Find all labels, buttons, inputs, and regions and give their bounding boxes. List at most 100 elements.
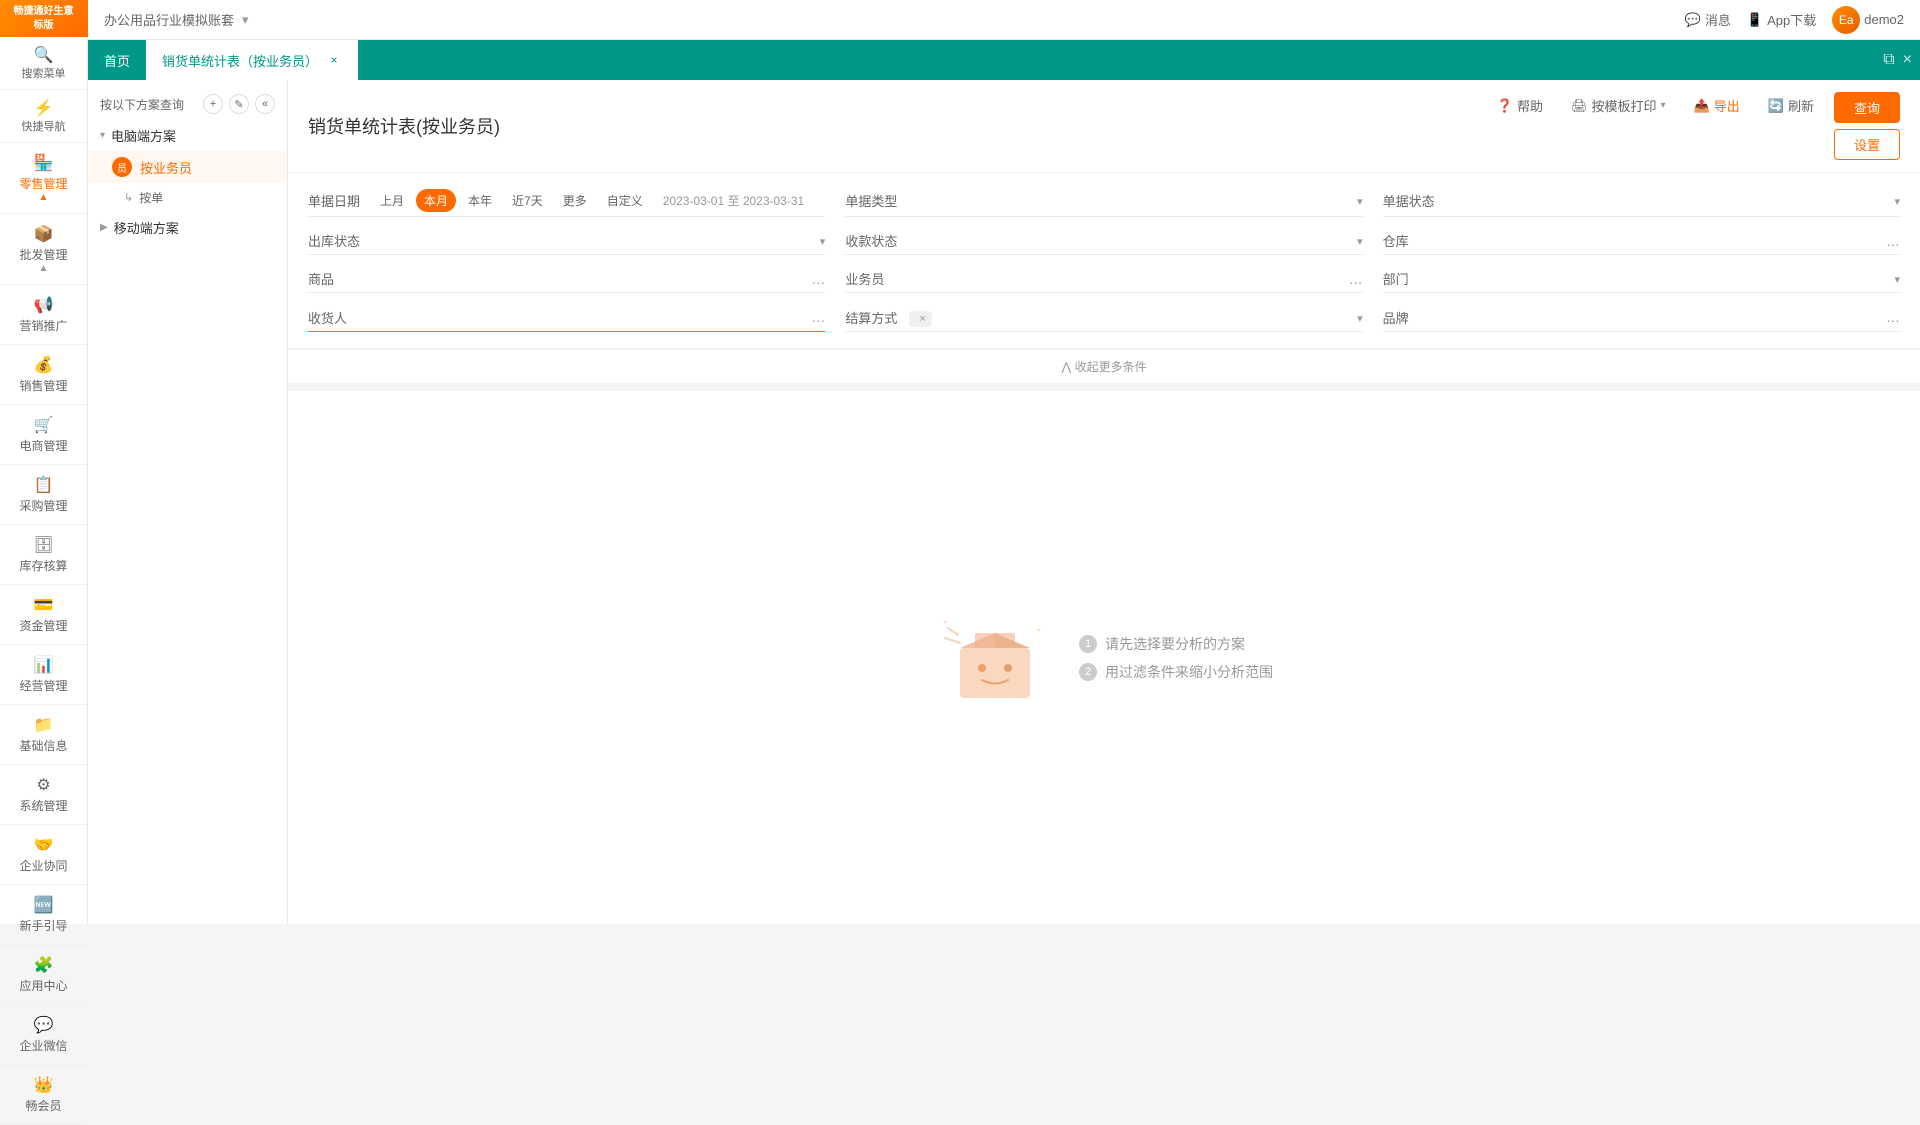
sidebar-item-purchase[interactable]: 📋 采购管理 (0, 465, 87, 525)
right-panel: 销货单统计表(按业务员) ❓ 帮助 🖨 按模板打印 ▾ 📤 (288, 80, 1920, 924)
current-company[interactable]: 办公用品行业模拟账套 (104, 10, 234, 29)
sidebar-item-system[interactable]: ⚙ 系统管理 (0, 765, 87, 825)
warehouse-more-icon[interactable]: … (1886, 233, 1900, 249)
export-btn[interactable]: 📤 导出 (1686, 92, 1748, 119)
collapse-bar[interactable]: ⋀ 收起更多条件 (288, 349, 1920, 383)
staff-more-icon[interactable]: … (1349, 271, 1363, 287)
dept-dropdown-icon[interactable]: ▾ (1894, 271, 1900, 286)
brand-label: 品牌 (1383, 308, 1447, 327)
tab-close-window-icon[interactable]: × (1903, 51, 1912, 69)
mobile-category-label: 移动端方案 (114, 218, 179, 237)
sidebar-item-search[interactable]: 🔍 搜索菜单 (0, 37, 87, 90)
receiver-more-icon[interactable]: … (811, 309, 825, 325)
date-btn-last-month[interactable]: 上月 (372, 189, 412, 212)
scheme-category-pc[interactable]: ▾ 电脑端方案 (88, 120, 287, 151)
sidebar-item-enterprise[interactable]: 🤝 企业协同 (0, 825, 87, 885)
logo-subtext: 标版 (34, 20, 54, 31)
status-dropdown-icon[interactable]: ▾ (1894, 193, 1900, 208)
date-btn-more[interactable]: 更多 (555, 189, 595, 212)
scheme-collapse-btn[interactable]: « (255, 94, 275, 114)
scheme-add-btn[interactable]: + (203, 94, 223, 114)
settlement-tag-close[interactable]: × (919, 313, 925, 325)
user-profile-btn[interactable]: Ea demo2 (1832, 6, 1904, 34)
dept-label: 部门 (1383, 269, 1447, 288)
app-download-btn[interactable]: 📱 App下载 (1747, 10, 1816, 29)
scheme-edit-btn[interactable]: ✎ (229, 94, 249, 114)
date-range-display: 2023-03-01 至 2023-03-31 (663, 192, 804, 209)
sidebar-item-retail[interactable]: 🏪 零售管理 ▲ (0, 143, 87, 214)
sidebar-item-ecommerce[interactable]: 🛒 电商管理 (0, 405, 87, 465)
filter-cell-payment: 收款状态 ▾ (845, 231, 1362, 255)
help-btn[interactable]: ❓ 帮助 (1489, 92, 1551, 119)
date-label: 单据日期 (308, 191, 372, 210)
main-area: 办公用品行业模拟账套 ▾ 💬 消息 📱 App下载 Ea demo2 首页 (88, 0, 1920, 924)
date-btn-this-month[interactable]: 本月 (416, 189, 456, 212)
page-content: 按以下方案查询 + ✎ « ▾ 电脑端方案 (88, 80, 1920, 924)
goods-more-icon[interactable]: … (811, 271, 825, 287)
step-2-text: 用过滤条件来缩小分析范围 (1105, 662, 1273, 682)
sidebar-item-inventory[interactable]: 🗄 库存核算 (0, 525, 87, 585)
scheme-item-by-staff[interactable]: 员 按业务员 (88, 151, 287, 183)
step-1-text: 请先选择要分析的方案 (1105, 634, 1245, 654)
tab-home[interactable]: 首页 (88, 40, 146, 80)
filter-cell-receiver: 收货人 … (308, 307, 825, 332)
scheme-category-mobile[interactable]: ▶ 移动端方案 (88, 212, 287, 243)
goods-label: 商品 (308, 269, 372, 288)
filter-row-1: 单据日期 上月 本月 本年 近7天 更多 自定义 2023-03-01 至 20… (308, 189, 1900, 217)
step-1-num: 1 (1079, 635, 1097, 653)
sidebar-item-quick-nav[interactable]: ⚡ 快捷导航 (0, 90, 87, 143)
query-button[interactable]: 查询 (1834, 92, 1900, 123)
sidebar-item-sales[interactable]: 💰 销售管理 (0, 345, 87, 405)
payment-dropdown-icon[interactable]: ▾ (1357, 233, 1363, 248)
sidebar-item-operations[interactable]: 📊 经营管理 (0, 645, 87, 705)
sidebar-item-marketing[interactable]: 📢 营销推广 (0, 285, 87, 345)
brand-more-icon[interactable]: … (1886, 309, 1900, 325)
tab-restore-icon[interactable]: ⧉ (1883, 51, 1894, 69)
refresh-btn[interactable]: 🔄 刷新 (1760, 92, 1822, 119)
step-2-num: 2 (1079, 663, 1097, 681)
receiver-label: 收货人 (308, 308, 372, 327)
settlement-dropdown-icon[interactable]: ▾ (1357, 310, 1363, 325)
date-btn-7days[interactable]: 近7天 (504, 189, 551, 212)
type-dropdown-icon[interactable]: ▾ (1357, 193, 1363, 208)
logo-text: 畅捷通好生意 (14, 6, 74, 17)
settlement-tag: × (909, 311, 931, 327)
print-icon: 🖨 (1571, 98, 1588, 114)
scheme-item-by-order[interactable]: ↳ 按单 (88, 183, 287, 212)
sidebar-item-wholesale[interactable]: 📦 批发管理 ▲ (0, 214, 87, 285)
filter-row-2: 出库状态 ▾ 收款状态 ▾ 仓库 (308, 231, 1900, 255)
sidebar-item-basics[interactable]: 📁 基础信息 (0, 705, 87, 765)
empty-text: 1 请先选择要分析的方案 2 用过滤条件来缩小分析范围 (1079, 634, 1273, 682)
warehouse-label: 仓库 (1383, 231, 1447, 250)
empty-state: ✦ ✦ 1 请先选择要分析的方案 2 用过滤条件来缩小分析范围 (288, 391, 1920, 924)
message-btn[interactable]: 💬 消息 (1685, 10, 1731, 29)
sidebar-item-newcomer[interactable]: 🆕 新手引导 (0, 885, 87, 945)
query-settings-group: 查询 设置 (1834, 92, 1900, 160)
refresh-icon: 🔄 (1768, 98, 1784, 114)
sidebar: 畅捷通好生意 标版 🔍 搜索菜单 ⚡ 快捷导航 🏪 零售管理 ▲ 📦 批发管理 … (0, 0, 88, 924)
top-header: 办公用品行业模拟账套 ▾ 💬 消息 📱 App下载 Ea demo2 (88, 0, 1920, 40)
outbound-dropdown-icon[interactable]: ▾ (820, 233, 826, 248)
sub-icon: ↳ (124, 191, 133, 204)
scheme-item-order-label: 按单 (139, 189, 163, 206)
print-dropdown-icon: ▾ (1661, 100, 1666, 111)
sidebar-item-apps[interactable]: 🧩 应用中心 (0, 945, 87, 1005)
filter-cell-status: 单据状态 ▾ (1383, 189, 1900, 217)
sidebar-item-finance[interactable]: 💳 资金管理 (0, 585, 87, 645)
tab-active[interactable]: 销货单统计表（按业务员） × (146, 40, 358, 80)
date-btn-this-year[interactable]: 本年 (460, 189, 500, 212)
company-dropdown-icon[interactable]: ▾ (242, 12, 249, 28)
app-logo: 畅捷通好生意 标版 (0, 0, 88, 37)
message-icon: 💬 (1685, 12, 1701, 28)
settings-button[interactable]: 设置 (1834, 129, 1900, 160)
tab-close-btn[interactable]: × (326, 52, 342, 68)
date-btn-custom[interactable]: 自定义 (599, 189, 651, 212)
print-btn[interactable]: 🖨 按模板打印 ▾ (1563, 92, 1674, 119)
sidebar-item-member[interactable]: 👑 畅会员 (0, 1065, 87, 1125)
receiver-input[interactable] (372, 310, 807, 325)
empty-step-2: 2 用过滤条件来缩小分析范围 (1079, 662, 1273, 682)
filter-cell-type: 单据类型 ▾ (845, 189, 1362, 217)
tab-bar: 首页 销货单统计表（按业务员） × ⧉ × (88, 40, 1920, 80)
sidebar-item-wechat[interactable]: 💬 企业微信 (0, 1005, 87, 1065)
page-title-bar: 销货单统计表(按业务员) ❓ 帮助 🖨 按模板打印 ▾ 📤 (288, 80, 1920, 173)
